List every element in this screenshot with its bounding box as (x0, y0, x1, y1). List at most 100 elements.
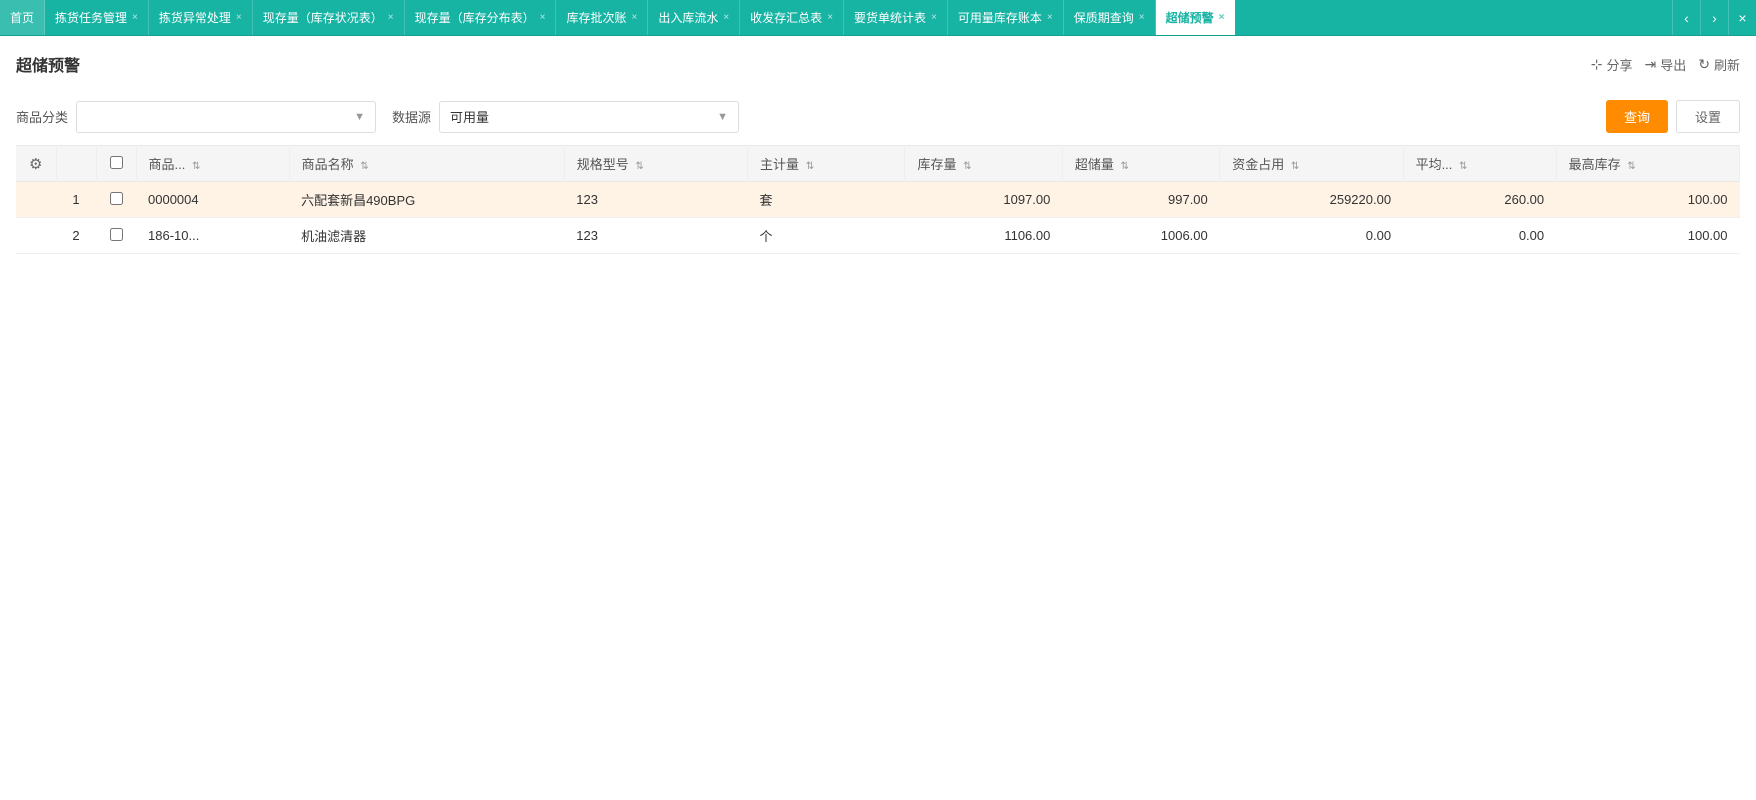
page-container: 超储预警 ⊹ 分享 ⇥ 导出 ↻ 刷新 商品分类 (0, 36, 1756, 800)
row-capital: 259220.00 (1220, 182, 1403, 218)
datasource-select[interactable]: 可用量 ▼ (439, 101, 739, 133)
col-capital[interactable]: 资金占用 ⇅ (1220, 146, 1403, 182)
row-product-name: 六配套新昌490BPG (289, 182, 564, 218)
nav-item-inventory-dist[interactable]: 现存量（库存分布表） × (405, 0, 557, 35)
row-unit: 个 (748, 218, 905, 254)
close-overstock[interactable]: × (1219, 12, 1225, 23)
nav-item-inventory-status[interactable]: 现存量（库存状况表） × (253, 0, 405, 35)
col-spec-sort-icon: ⇅ (635, 161, 643, 172)
nav-label-overstock: 超储预警 (1166, 9, 1214, 26)
col-inventory[interactable]: 库存量 ⇅ (905, 146, 1062, 182)
col-avg-label: 平均... (1416, 157, 1453, 172)
col-overstock-label: 超储量 (1075, 157, 1114, 172)
table-row: 1 0000004 六配套新昌490BPG 123 套 1097.00 997.… (16, 182, 1740, 218)
table-body: 1 0000004 六配套新昌490BPG 123 套 1097.00 997.… (16, 182, 1740, 254)
nav-item-collect[interactable]: 收发存汇总表 × (740, 0, 844, 35)
share-link[interactable]: ⊹ 分享 (1591, 55, 1633, 74)
nav-label-in-out: 出入库流水 (658, 9, 718, 26)
col-overstock-sort-icon: ⇅ (1121, 161, 1129, 172)
nav-item-in-out[interactable]: 出入库流水 × (648, 0, 740, 35)
close-order-stat[interactable]: × (931, 12, 937, 23)
nav-label-abnormal: 拣货异常处理 (159, 9, 231, 26)
category-filter: 商品分类 ▼ (16, 101, 376, 133)
nav-item-batch[interactable]: 库存批次账 × (556, 0, 648, 35)
nav-item-abnormal[interactable]: 拣货异常处理 × (149, 0, 253, 35)
share-icon: ⊹ (1591, 56, 1603, 73)
close-batch[interactable]: × (631, 12, 637, 23)
datasource-value: 可用量 (450, 107, 489, 126)
query-button[interactable]: 查询 (1606, 100, 1668, 133)
nav-label-collect: 收发存汇总表 (750, 9, 822, 26)
nav-item-overstock[interactable]: 超储预警 × (1156, 0, 1236, 35)
col-product-code-sort-icon: ⇅ (192, 161, 200, 172)
nav-item-order-stat[interactable]: 要货单统计表 × (844, 0, 948, 35)
close-expiry[interactable]: × (1139, 12, 1145, 23)
col-product-name-sort-icon: ⇅ (360, 161, 368, 172)
nav-prev-arrow[interactable]: ‹ (1672, 0, 1700, 35)
nav-close-arrow[interactable]: × (1728, 0, 1756, 35)
col-product-name[interactable]: 商品名称 ⇅ (289, 146, 564, 182)
category-arrow-icon: ▼ (354, 111, 365, 123)
datasource-arrow-icon: ▼ (717, 111, 728, 123)
row-capital: 0.00 (1220, 218, 1403, 254)
settings-gear-icon[interactable]: ⚙ (29, 155, 42, 173)
col-product-name-label: 商品名称 (302, 157, 354, 172)
header-actions: ⊹ 分享 ⇥ 导出 ↻ 刷新 (1591, 55, 1740, 74)
close-task-mgmt[interactable]: × (132, 12, 138, 23)
nav-label-task-mgmt: 拣货任务管理 (55, 9, 127, 26)
row-max-stock: 100.00 (1556, 182, 1739, 218)
nav-label-inventory-status: 现存量（库存状况表） (263, 9, 383, 26)
row-checkbox[interactable] (110, 228, 123, 241)
col-unit-sort-icon: ⇅ (806, 161, 814, 172)
nav-item-expiry[interactable]: 保质期查询 × (1064, 0, 1156, 35)
nav-item-available[interactable]: 可用量库存账本 × (948, 0, 1064, 35)
row-product-name: 机油滤清器 (289, 218, 564, 254)
category-select[interactable]: ▼ (76, 101, 376, 133)
close-in-out[interactable]: × (723, 12, 729, 23)
nav-next-arrow[interactable]: › (1700, 0, 1728, 35)
filter-buttons: 查询 设置 (1606, 100, 1740, 133)
row-overstock: 1006.00 (1062, 218, 1219, 254)
setting-button[interactable]: 设置 (1676, 100, 1740, 133)
filter-main-row: 商品分类 ▼ 数据源 可用量 ▼ 查询 设置 (16, 100, 1740, 133)
nav-label-inventory-dist: 现存量（库存分布表） (415, 9, 535, 26)
col-product-code[interactable]: 商品... ⇅ (136, 146, 289, 182)
col-overstock[interactable]: 超储量 ⇅ (1062, 146, 1219, 182)
row-checkbox-cell[interactable] (96, 218, 136, 254)
select-all-checkbox[interactable] (110, 156, 123, 169)
refresh-link[interactable]: ↻ 刷新 (1698, 55, 1740, 74)
row-avg: 260.00 (1403, 182, 1556, 218)
col-capital-label: 资金占用 (1232, 157, 1284, 172)
top-nav: 首页 拣货任务管理 × 拣货异常处理 × 现存量（库存状况表） × 现存量（库存… (0, 0, 1756, 36)
close-abnormal[interactable]: × (236, 12, 242, 23)
row-checkbox[interactable] (110, 192, 123, 205)
col-max-stock[interactable]: 最高库存 ⇅ (1556, 146, 1739, 182)
nav-label-home: 首页 (10, 9, 34, 26)
col-settings[interactable]: ⚙ (16, 146, 56, 182)
nav-item-home[interactable]: 首页 (0, 0, 45, 35)
row-inventory: 1106.00 (905, 218, 1062, 254)
col-checkbox[interactable] (96, 146, 136, 182)
col-spec[interactable]: 规格型号 ⇅ (564, 146, 747, 182)
row-checkbox-cell[interactable] (96, 182, 136, 218)
close-available[interactable]: × (1047, 12, 1053, 23)
row-avg: 0.00 (1403, 218, 1556, 254)
row-spec: 123 (564, 182, 747, 218)
close-collect[interactable]: × (827, 12, 833, 23)
refresh-label: 刷新 (1714, 55, 1740, 74)
col-max-stock-label: 最高库存 (1569, 157, 1621, 172)
row-product-code: 0000004 (136, 182, 289, 218)
filter-left: 商品分类 ▼ 数据源 可用量 ▼ (16, 101, 1590, 133)
close-inventory-dist[interactable]: × (540, 12, 546, 23)
col-avg[interactable]: 平均... ⇅ (1403, 146, 1556, 182)
col-spec-label: 规格型号 (577, 157, 629, 172)
export-link[interactable]: ⇥ 导出 (1645, 55, 1687, 74)
close-inventory-status[interactable]: × (388, 12, 394, 23)
col-unit-label: 主计量 (760, 157, 799, 172)
row-num-cell: 2 (56, 218, 96, 254)
page-header: 超储预警 ⊹ 分享 ⇥ 导出 ↻ 刷新 (16, 52, 1740, 76)
col-unit[interactable]: 主计量 ⇅ (748, 146, 905, 182)
table-header-row: ⚙ 商品... ⇅ 商品名称 ⇅ 规格型号 ⇅ (16, 146, 1740, 182)
share-label: 分享 (1606, 55, 1632, 74)
nav-item-task-mgmt[interactable]: 拣货任务管理 × (45, 0, 149, 35)
